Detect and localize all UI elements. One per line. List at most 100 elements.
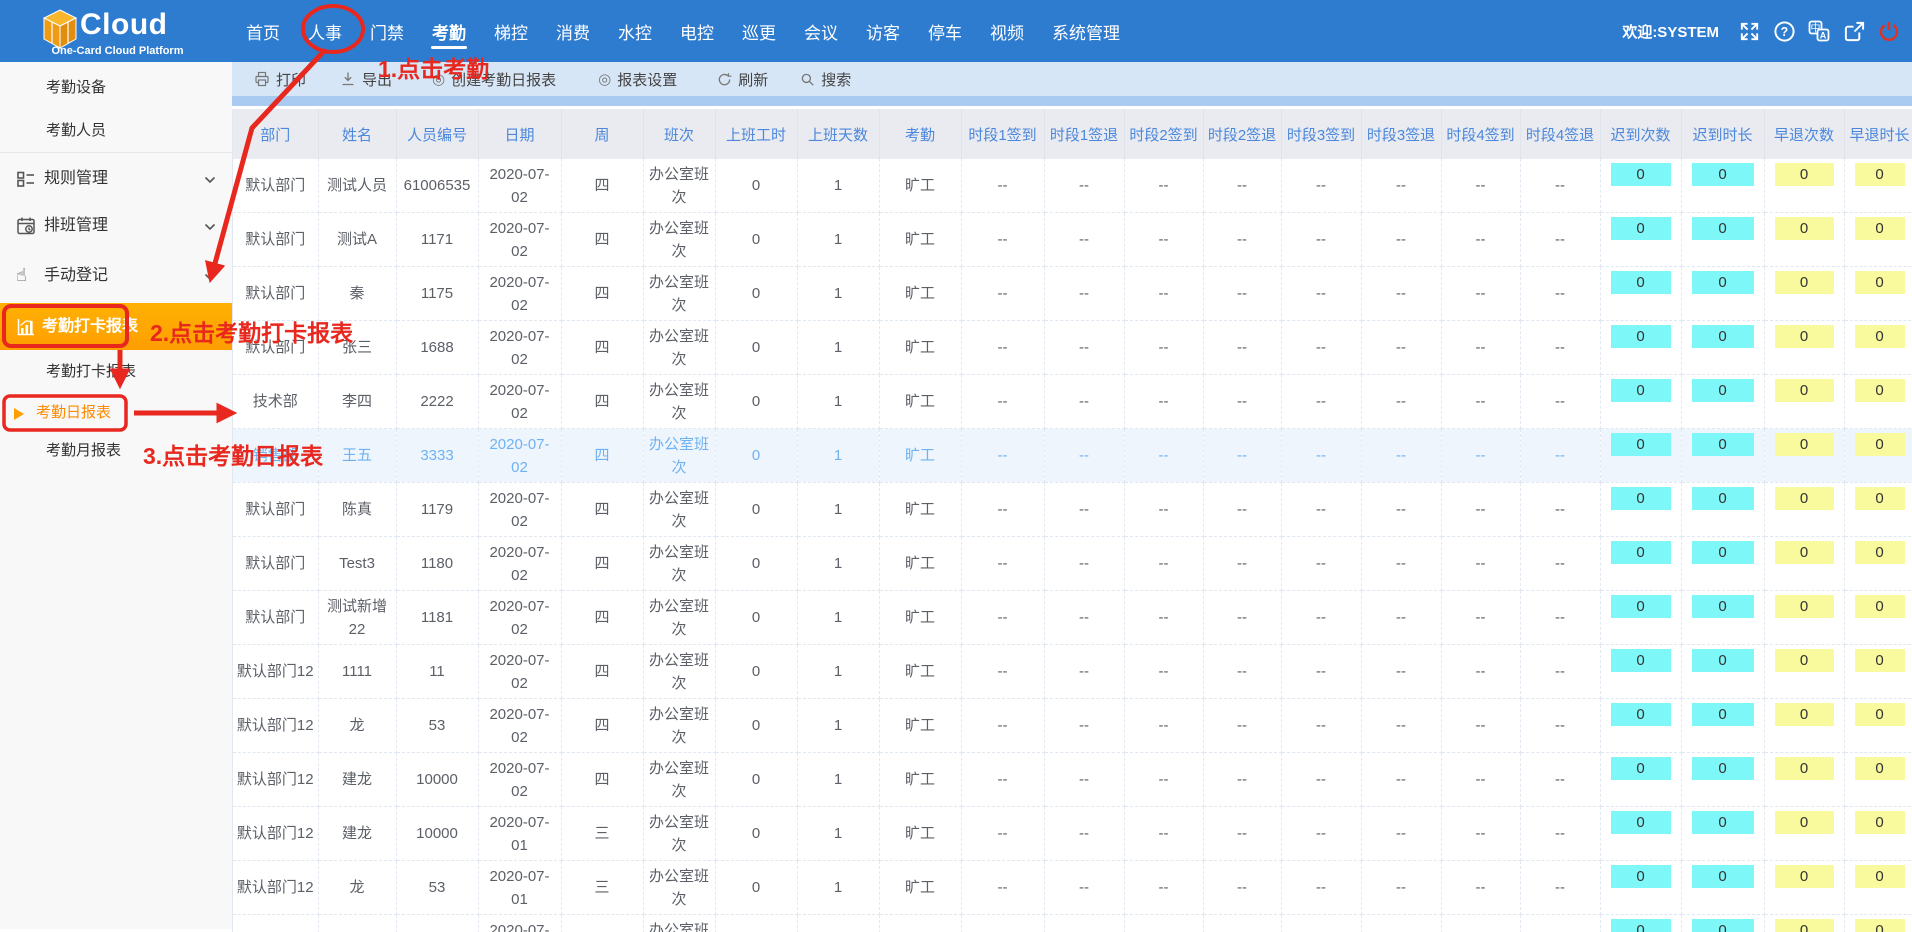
search-icon bbox=[800, 72, 815, 87]
cell-p4-checkin: -- bbox=[1441, 429, 1520, 483]
cell-late-count: 0 bbox=[1600, 645, 1681, 699]
sidebar-item-attendance-personnel[interactable]: 考勤人员 bbox=[0, 109, 232, 153]
cell-name: 王五 bbox=[318, 429, 396, 483]
welcome-text: 欢迎:SYSTEM bbox=[1622, 21, 1719, 42]
new-window-icon[interactable] bbox=[1841, 18, 1867, 44]
cell-p1-checkout: -- bbox=[1044, 483, 1124, 537]
column-header-p2-checkout[interactable]: 时段2签退 bbox=[1203, 109, 1281, 159]
translate-icon[interactable]: 中 A bbox=[1806, 18, 1832, 44]
column-header-p1-checkin[interactable]: 时段1签到 bbox=[961, 109, 1044, 159]
column-header-weekday[interactable]: 周 bbox=[561, 109, 643, 159]
nav-item-人事[interactable]: 人事 bbox=[294, 0, 356, 62]
print-button[interactable]: 打印 bbox=[254, 69, 306, 90]
column-header-name[interactable]: 姓名 bbox=[318, 109, 396, 159]
table-row[interactable]: 默认部门测试A11712020-07-02四办公室班次01旷工---------… bbox=[233, 213, 1912, 267]
power-icon[interactable] bbox=[1876, 18, 1902, 44]
column-header-p2-checkin[interactable]: 时段2签到 bbox=[1124, 109, 1203, 159]
column-header-early-leave-count[interactable]: 早退次数 bbox=[1764, 109, 1844, 159]
table-row[interactable]: 默认部门陈真11792020-07-02四办公室班次01旷工----------… bbox=[233, 483, 1912, 537]
table-row[interactable]: 默认部门121111112020-07-01三办公室班次01旷工--------… bbox=[233, 915, 1912, 932]
help-icon[interactable]: ? bbox=[1771, 18, 1797, 44]
sidebar-item-label: 考勤打卡报表 bbox=[42, 303, 138, 350]
column-header-p1-checkout[interactable]: 时段1签退 bbox=[1044, 109, 1124, 159]
refresh-button[interactable]: 刷新 bbox=[717, 69, 768, 90]
sidebar-item-shift-management[interactable]: 排班管理 bbox=[0, 204, 232, 248]
report-settings-button[interactable]: ◎ 报表设置 bbox=[598, 69, 677, 90]
search-button[interactable]: 搜索 bbox=[800, 69, 851, 90]
nav-item-停车[interactable]: 停车 bbox=[914, 0, 976, 62]
column-header-attendance-status[interactable]: 考勤 bbox=[879, 109, 961, 159]
nav-item-巡更[interactable]: 巡更 bbox=[728, 0, 790, 62]
column-header-late-count[interactable]: 迟到次数 bbox=[1600, 109, 1681, 159]
column-header-p4-checkin[interactable]: 时段4签到 bbox=[1441, 109, 1520, 159]
cell-p4-checkout: -- bbox=[1520, 537, 1600, 591]
table-row[interactable]: 默认部门121111112020-07-02四办公室班次01旷工--------… bbox=[233, 645, 1912, 699]
nav-item-电控[interactable]: 电控 bbox=[666, 0, 728, 62]
nav-item-门禁[interactable]: 门禁 bbox=[356, 0, 418, 62]
column-header-early-leave-duration[interactable]: 早退时长 bbox=[1844, 109, 1912, 159]
cell-p2-checkin: -- bbox=[1124, 807, 1203, 861]
cell-early-leave-duration: 0 bbox=[1844, 537, 1912, 591]
table-row[interactable]: 默认部门秦11752020-07-02四办公室班次01旷工-----------… bbox=[233, 267, 1912, 321]
nav-item-考勤[interactable]: 考勤 bbox=[418, 0, 480, 62]
sidebar-item-monthly-attendance-report[interactable]: 考勤月报表 bbox=[0, 429, 232, 473]
cell-p4-checkin: -- bbox=[1441, 591, 1520, 645]
table-row[interactable]: 默认部门Test311802020-07-02四办公室班次01旷工-------… bbox=[233, 537, 1912, 591]
cell-name: 测试人员 bbox=[318, 159, 396, 213]
sidebar-item-rules-management[interactable]: 规则管理 bbox=[0, 157, 232, 201]
column-header-person-id[interactable]: 人员编号 bbox=[396, 109, 478, 159]
cell-late-duration: 0 bbox=[1681, 915, 1764, 932]
cell-p4-checkout: -- bbox=[1520, 699, 1600, 753]
cell-weekday: 四 bbox=[561, 537, 643, 591]
nav-item-系统管理[interactable]: 系统管理 bbox=[1038, 0, 1134, 62]
table-row[interactable]: 默认部门张三16882020-07-02四办公室班次01旷工----------… bbox=[233, 321, 1912, 375]
nav-item-视频[interactable]: 视频 bbox=[976, 0, 1038, 62]
column-header-date[interactable]: 日期 bbox=[478, 109, 561, 159]
column-header-p3-checkin[interactable]: 时段3签到 bbox=[1281, 109, 1361, 159]
nav-item-会议[interactable]: 会议 bbox=[790, 0, 852, 62]
table-row[interactable]: 默认部门12建龙100002020-07-01三办公室班次01旷工-------… bbox=[233, 807, 1912, 861]
table-row[interactable]: 默认部门测试新增2211812020-07-02四办公室班次01旷工------… bbox=[233, 591, 1912, 645]
sidebar-item-attendance-punch-report[interactable]: 考勤打卡报表 bbox=[0, 350, 232, 394]
cell-person-id: 1180 bbox=[396, 537, 478, 591]
column-header-late-duration[interactable]: 迟到时长 bbox=[1681, 109, 1764, 159]
table-row[interactable]: 默认部门12龙532020-07-02四办公室班次01旷工-----------… bbox=[233, 699, 1912, 753]
cell-late-count: 0 bbox=[1600, 483, 1681, 537]
column-header-shift[interactable]: 班次 bbox=[643, 109, 715, 159]
column-header-p3-checkout[interactable]: 时段3签退 bbox=[1361, 109, 1441, 159]
nav-item-梯控[interactable]: 梯控 bbox=[480, 0, 542, 62]
cell-shift: 办公室班次 bbox=[643, 645, 715, 699]
fullscreen-icon[interactable] bbox=[1736, 18, 1762, 44]
cell-weekday: 四 bbox=[561, 753, 643, 807]
table-row[interactable]: 默认部门12龙532020-07-01三办公室班次01旷工-----------… bbox=[233, 861, 1912, 915]
table-row[interactable]: 默认部门测试人员610065352020-07-02四办公室班次01旷工----… bbox=[233, 159, 1912, 213]
cell-late-duration: 0 bbox=[1681, 375, 1764, 429]
sidebar-item-attendance-devices[interactable]: 考勤设备 bbox=[0, 66, 232, 110]
nav-item-水控[interactable]: 水控 bbox=[604, 0, 666, 62]
cell-work-hours: 0 bbox=[715, 375, 797, 429]
nav-item-首页[interactable]: 首页 bbox=[232, 0, 294, 62]
sidebar-item-manual-registration[interactable]: ☝ 手动登记 bbox=[0, 254, 232, 298]
export-button[interactable]: 导出 bbox=[340, 69, 392, 90]
create-daily-report-button[interactable]: ◎ 创建考勤日报表 bbox=[432, 69, 556, 90]
table-row[interactable]: 默认部门12建龙100002020-07-02四办公室班次01旷工-------… bbox=[233, 753, 1912, 807]
cell-work-hours: 0 bbox=[715, 267, 797, 321]
cell-late-duration: 0 bbox=[1681, 213, 1764, 267]
table-row[interactable]: 技术部李四22222020-07-02四办公室班次01旷工-----------… bbox=[233, 375, 1912, 429]
attendance-table: 部门姓名人员编号日期周班次上班工时上班天数考勤时段1签到时段1签退时段2签到时段… bbox=[233, 109, 1912, 932]
sidebar-item-attendance-punch-reports[interactable]: 考勤打卡报表 bbox=[0, 303, 232, 350]
cell-late-duration: 0 bbox=[1681, 429, 1764, 483]
cell-early-leave-count: 0 bbox=[1764, 375, 1844, 429]
column-header-dept[interactable]: 部门 bbox=[233, 109, 318, 159]
cell-late-count: 0 bbox=[1600, 159, 1681, 213]
cell-p1-checkin: -- bbox=[961, 645, 1044, 699]
column-header-work-hours[interactable]: 上班工时 bbox=[715, 109, 797, 159]
sidebar-item-label: 考勤月报表 bbox=[46, 429, 121, 473]
nav-item-消费[interactable]: 消费 bbox=[542, 0, 604, 62]
nav-item-访客[interactable]: 访客 bbox=[852, 0, 914, 62]
schedule-icon bbox=[16, 216, 36, 236]
cell-p4-checkin: -- bbox=[1441, 321, 1520, 375]
table-row[interactable]: 销售部王五33332020-07-02四办公室班次01旷工-----------… bbox=[233, 429, 1912, 483]
column-header-work-days[interactable]: 上班天数 bbox=[797, 109, 879, 159]
column-header-p4-checkout[interactable]: 时段4签退 bbox=[1520, 109, 1600, 159]
